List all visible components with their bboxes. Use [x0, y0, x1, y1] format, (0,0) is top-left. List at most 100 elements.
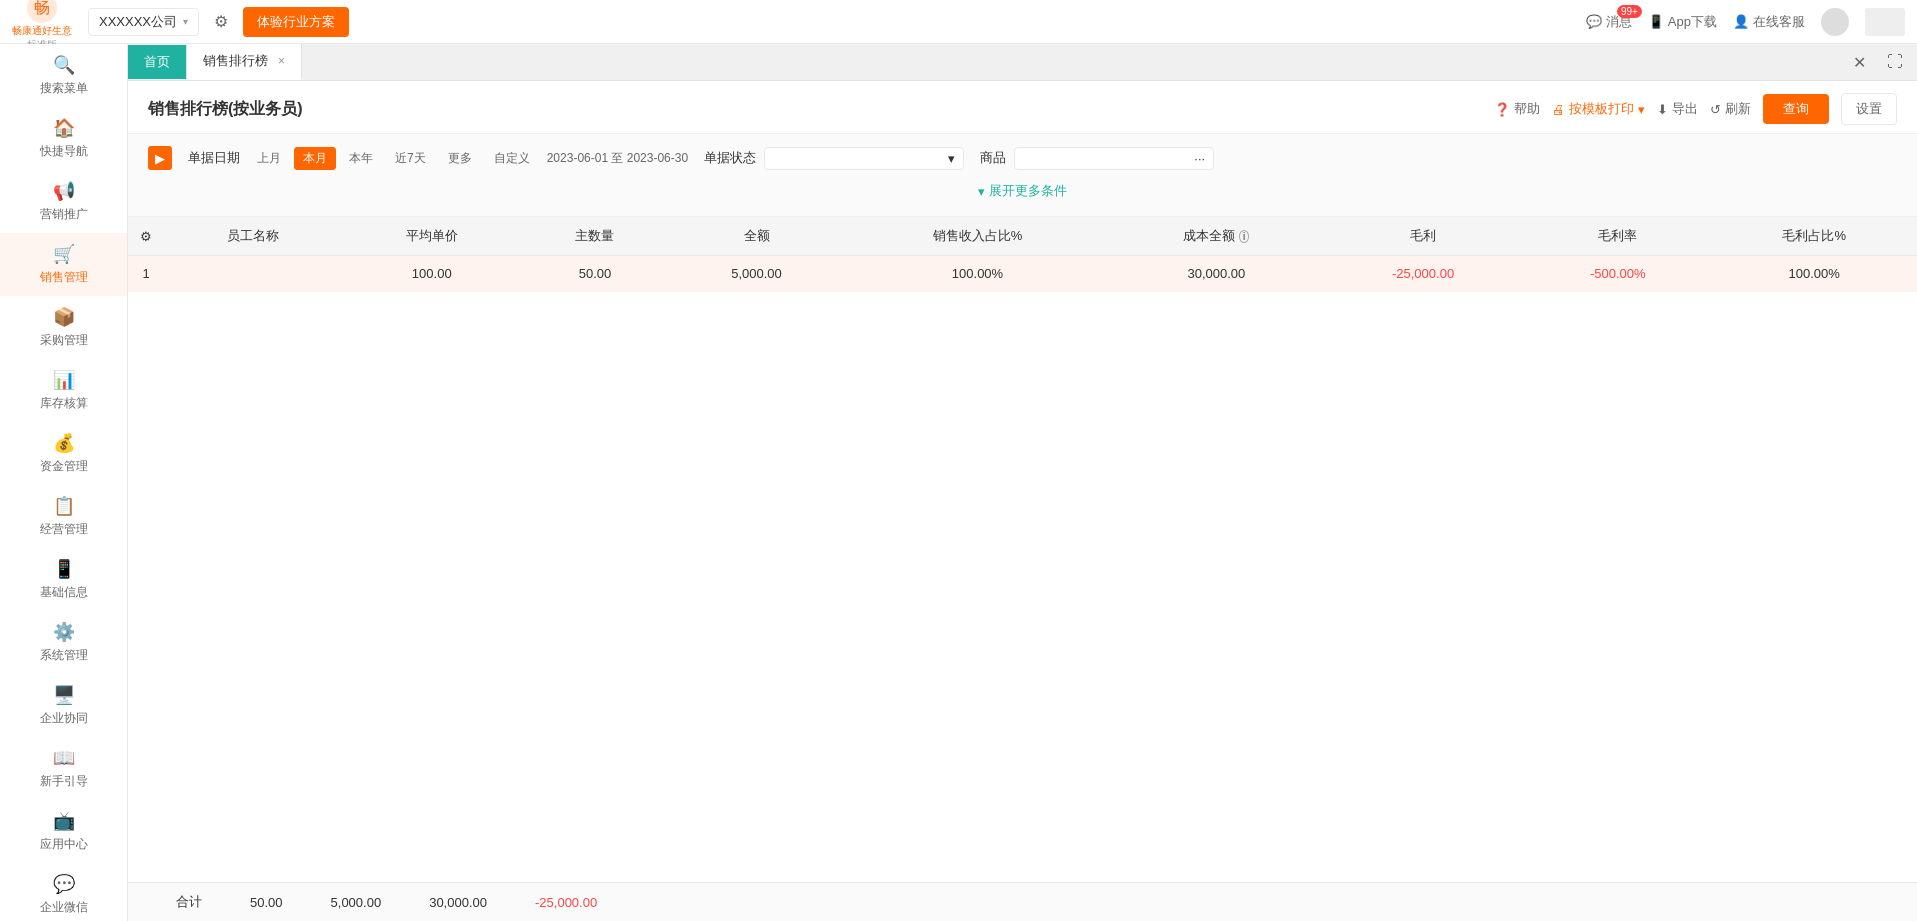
home-icon: 🏠 — [53, 117, 75, 139]
date-btn-this-year[interactable]: 本年 — [340, 147, 382, 170]
settings-button[interactable]: 设置 — [1841, 93, 1897, 125]
quantity-cell: 50.00 — [521, 256, 669, 292]
sidebar-item-marketing[interactable]: 📢 营销推广 — [0, 170, 127, 233]
sidebar-item-search[interactable]: 🔍 搜索菜单 — [0, 44, 127, 107]
goods-filter-label: 商品 — [980, 149, 1006, 167]
appstore-icon: 📺 — [53, 810, 75, 832]
gross-margin-cell: -500.00% — [1524, 256, 1711, 292]
sidebar-item-wechat[interactable]: 💬 企业微信 — [0, 863, 127, 921]
close-window-icon[interactable]: ✕ — [1845, 48, 1873, 76]
svg-text:畅: 畅 — [34, 0, 50, 16]
sidebar-item-sales[interactable]: 🛒 销售管理 — [0, 233, 127, 296]
sidebar-item-nav[interactable]: 🏠 快捷导航 — [0, 107, 127, 170]
rank-cell: 1 — [128, 256, 164, 292]
sidebar-item-appstore[interactable]: 📺 应用中心 — [0, 800, 127, 863]
sidebar-label-operation: 经营管理 — [40, 521, 88, 538]
sidebar-item-enterprise[interactable]: 🖥️ 企业协同 — [0, 674, 127, 737]
help-button[interactable]: ❓ 帮助 — [1494, 100, 1540, 118]
print-label: 按模板打印 — [1569, 100, 1634, 118]
app-download-button[interactable]: 📱 App下载 — [1648, 13, 1717, 31]
tab-sales-label: 销售排行榜 — [203, 52, 268, 70]
status-select[interactable]: ▾ — [764, 147, 964, 170]
company-chevron-icon: ▾ — [183, 16, 188, 27]
goods-more-icon: ··· — [1194, 151, 1205, 166]
help-icon: ❓ — [1494, 102, 1510, 117]
wechat-icon: 💬 — [53, 873, 75, 895]
filter-expand-icon[interactable]: ▶ — [148, 146, 172, 170]
sidebar-label-system: 系统管理 — [40, 647, 88, 664]
refresh-label: 刷新 — [1725, 100, 1751, 118]
sidebar-item-operation[interactable]: 📋 经营管理 — [0, 485, 127, 548]
date-filter-label: 单据日期 — [188, 149, 240, 167]
sidebar-item-system[interactable]: ⚙️ 系统管理 — [0, 611, 127, 674]
system-icon: ⚙️ — [53, 621, 75, 643]
goods-input[interactable]: ··· — [1014, 147, 1214, 170]
tab-bar: 首页 销售排行榜 × ✕ ⛶ — [128, 44, 1917, 81]
date-btn-custom[interactable]: 自定义 — [485, 147, 539, 170]
company-selector[interactable]: XXXXXX公司 ▾ — [88, 8, 199, 36]
date-range-buttons: 上月 本月 本年 近7天 更多 自定义 — [248, 147, 539, 170]
expand-conditions-button[interactable]: ▾ 展开更多条件 — [978, 178, 1067, 204]
tab-close-icon[interactable]: × — [278, 54, 285, 68]
sidebar-item-purchase[interactable]: 📦 采购管理 — [0, 296, 127, 359]
expand-icon: ▾ — [978, 184, 985, 199]
table-row: 1 100.00 50.00 5,000.00 100.00% 30,000.0… — [128, 256, 1917, 292]
sidebar-item-basic[interactable]: 📱 基础信息 — [0, 548, 127, 611]
sidebar-label-basic: 基础信息 — [40, 584, 88, 601]
operation-icon: 📋 — [53, 495, 75, 517]
print-chevron-icon: ▾ — [1638, 102, 1645, 117]
print-button[interactable]: 🖨 按模板打印 ▾ — [1552, 100, 1645, 118]
col-sales-ratio: 销售收入占比% — [844, 217, 1111, 256]
date-btn-last-month[interactable]: 上月 — [248, 147, 290, 170]
gear-icon[interactable]: ⚙ — [207, 8, 235, 36]
refresh-button[interactable]: ↺ 刷新 — [1710, 100, 1751, 118]
inventory-icon: 📊 — [53, 369, 75, 391]
table-area: ⚙ 员工名称 平均单价 主数量 全额 销售收入占比% 成本全额 i 毛利 毛利率… — [128, 217, 1917, 882]
cost-cell: 30,000.00 — [1111, 256, 1322, 292]
app-download-label: App下载 — [1668, 13, 1717, 31]
sales-ratio-cell: 100.00% — [844, 256, 1111, 292]
sidebar-label-guide: 新手引导 — [40, 773, 88, 790]
sales-icon: 🛒 — [53, 243, 75, 265]
date-range-display: 2023-06-01 至 2023-06-30 — [547, 150, 688, 167]
notification-badge: 99+ — [1617, 5, 1642, 18]
finance-icon: 💰 — [53, 432, 75, 454]
date-btn-this-month[interactable]: 本月 — [294, 147, 336, 170]
sidebar-label-finance: 资金管理 — [40, 458, 88, 475]
maximize-window-icon[interactable]: ⛶ — [1881, 48, 1909, 76]
search-icon: 🔍 — [53, 54, 75, 76]
tab-sales-ranking[interactable]: 销售排行榜 × — [187, 44, 302, 80]
trial-button[interactable]: 体验行业方案 — [243, 7, 349, 37]
date-btn-7days[interactable]: 近7天 — [386, 147, 435, 170]
refresh-icon: ↺ — [1710, 102, 1721, 117]
gross-profit-cell: -25,000.00 — [1322, 256, 1524, 292]
col-employee-name: 员工名称 — [164, 217, 342, 256]
user-name-area[interactable] — [1865, 8, 1905, 36]
tab-home[interactable]: 首页 — [128, 45, 187, 79]
sidebar-label-marketing: 营销推广 — [40, 206, 88, 223]
filter-area: ▶ 单据日期 上月 本月 本年 近7天 更多 自定义 — [128, 134, 1917, 217]
avg-price-cell: 100.00 — [342, 256, 520, 292]
sidebar-item-guide[interactable]: 📖 新手引导 — [0, 737, 127, 800]
tab-home-label: 首页 — [144, 53, 170, 71]
table-footer: 合计 50.00 5,000.00 30,000.00 -25,000.00 — [128, 882, 1917, 921]
query-button[interactable]: 查询 — [1763, 94, 1829, 124]
service-icon: 👤 — [1733, 14, 1749, 29]
notification-button[interactable]: 💬 消息 99+ — [1586, 13, 1632, 31]
employee-name-cell — [164, 256, 342, 292]
sidebar: 🔍 搜索菜单 🏠 快捷导航 📢 营销推广 🛒 销售管理 📦 采购管理 📊 — [0, 44, 128, 921]
status-filter-label: 单据状态 — [704, 149, 756, 167]
user-avatar[interactable] — [1821, 8, 1849, 36]
date-btn-more[interactable]: 更多 — [439, 147, 481, 170]
export-button[interactable]: ⬇ 导出 — [1657, 100, 1698, 118]
sidebar-item-finance[interactable]: 💰 资金管理 — [0, 422, 127, 485]
sidebar-item-inventory[interactable]: 📊 库存核算 — [0, 359, 127, 422]
col-settings[interactable]: ⚙ — [128, 217, 164, 256]
expand-label: 展开更多条件 — [989, 182, 1067, 200]
col-cost: 成本全额 i — [1111, 217, 1322, 256]
sidebar-label-search: 搜索菜单 — [40, 80, 88, 97]
marketing-icon: 📢 — [53, 180, 75, 202]
sidebar-label-purchase: 采购管理 — [40, 332, 88, 349]
online-service-button[interactable]: 👤 在线客服 — [1733, 13, 1805, 31]
footer-amount: 5,000.00 — [331, 895, 382, 910]
